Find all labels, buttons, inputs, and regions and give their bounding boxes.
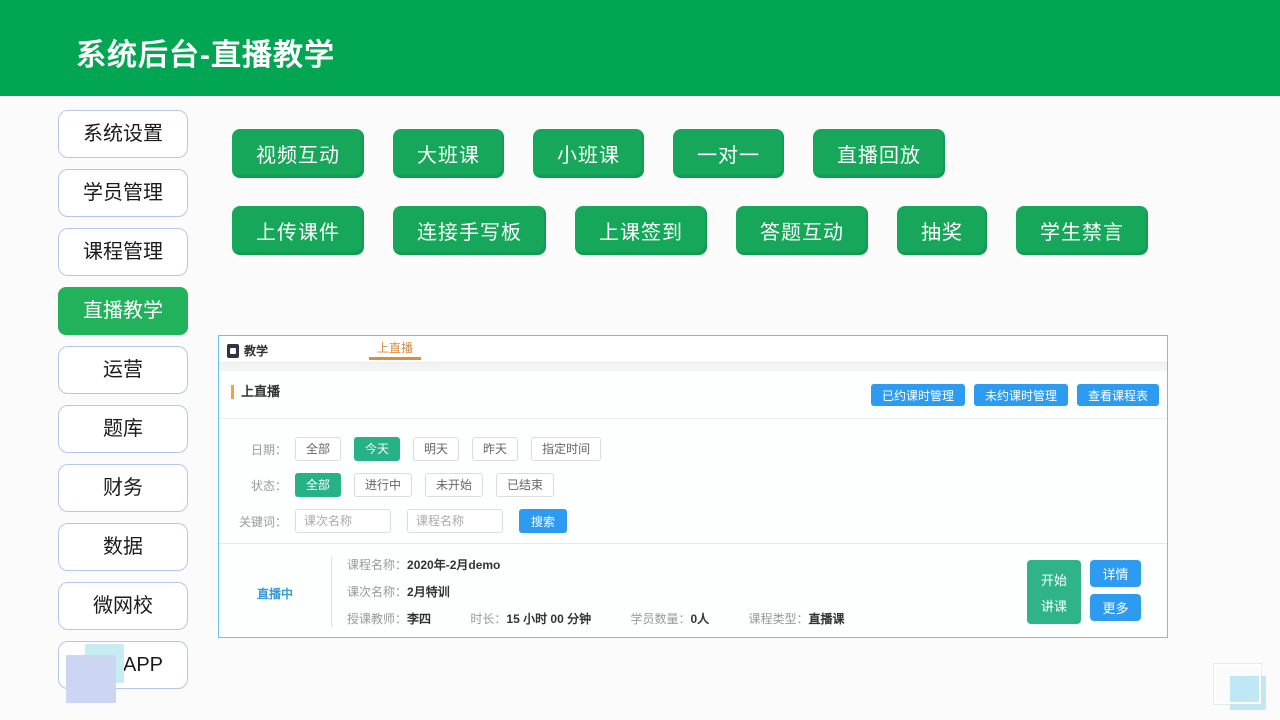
course-detail-lines: 课程名称：2020年-2月demo 课次名称：2月特训	[347, 552, 881, 606]
keyword-filter-label: 关键词：	[229, 513, 287, 530]
sidebar-item[interactable]: 运营	[58, 346, 188, 394]
schedule-manage-button[interactable]: 未约课时管理	[974, 384, 1068, 406]
status-filter-chip[interactable]: 已结束	[496, 473, 554, 497]
sidebar-item[interactable]: 学员管理	[58, 169, 188, 217]
section-title: 上直播	[231, 385, 280, 399]
brand-label: 教学	[244, 342, 268, 359]
brand: 教学	[227, 342, 268, 359]
tab-live-broadcast[interactable]: 上直播	[369, 336, 421, 360]
feature-button[interactable]: 直播回放	[813, 129, 945, 178]
feature-button[interactable]: 答题互动	[736, 206, 868, 255]
course-name-input[interactable]	[407, 509, 503, 533]
lesson-name-input[interactable]	[295, 509, 391, 533]
meta-pair: 授课教师：李四	[347, 612, 434, 626]
detail-line: 课次名称：2月特训	[347, 579, 881, 606]
filter-area: 日期： 全部 今天 明天 昨天 指定时间 状态： 全部	[219, 419, 1167, 544]
detail-line: 课程名称：2020年-2月demo	[347, 552, 881, 579]
feature-button[interactable]: 学生禁言	[1016, 206, 1148, 255]
course-detail: 课程名称：2020年-2月demo 课次名称：2月特训 授课教师：李四 时长：1…	[347, 552, 881, 633]
decoration-square	[1214, 664, 1261, 704]
row-divider	[331, 556, 332, 627]
feature-button[interactable]: 一对一	[673, 129, 784, 178]
sidebar-item[interactable]: 财务	[58, 464, 188, 512]
teaching-app-icon	[227, 344, 239, 358]
sidebar-item[interactable]: 微网校	[58, 582, 188, 630]
panel-tabbar: 教学 上直播	[219, 336, 1167, 363]
status-filter-chips: 全部 进行中 未开始 已结束	[295, 473, 567, 497]
status-filter-label: 状态：	[229, 477, 287, 494]
date-filter-chip[interactable]: 指定时间	[531, 437, 601, 461]
schedule-manage-button[interactable]: 已约课时管理	[871, 384, 965, 406]
feature-button[interactable]: 上课签到	[575, 206, 707, 255]
feature-button[interactable]: 小班课	[533, 129, 644, 178]
start-teaching-button[interactable]: 开始 讲课	[1027, 560, 1081, 624]
search-button[interactable]: 搜索	[519, 509, 567, 533]
detail-button[interactable]: 详情	[1090, 560, 1141, 587]
decoration-square	[66, 655, 116, 703]
sidebar: 系统设置 学员管理 课程管理 直播教学 运营 题库 财务 数据 微网校 独立AP…	[58, 110, 188, 700]
page-banner: 系统后台-直播教学	[0, 0, 1280, 96]
status-filter-chip[interactable]: 全部	[295, 473, 341, 497]
sidebar-item[interactable]: 直播教学	[58, 287, 188, 335]
sidebar-item[interactable]: 系统设置	[58, 110, 188, 158]
meta-pair: 课程类型：直播课	[748, 612, 844, 626]
tabbar-spacer	[219, 363, 1167, 371]
section-header-buttons: 已约课时管理 未约课时管理 查看课程表	[862, 384, 1159, 406]
feature-row-1: 视频互动 大班课 小班课 一对一 直播回放	[232, 129, 974, 178]
sidebar-item[interactable]: 题库	[58, 405, 188, 453]
meta-pair: 时长：15 小时 00 分钟	[470, 612, 594, 626]
more-button[interactable]: 更多	[1090, 594, 1141, 621]
live-status-badge: 直播中	[257, 585, 293, 602]
date-filter-label: 日期：	[229, 441, 287, 458]
admin-panel: 教学 上直播 上直播 已约课时管理 未约课时管理 查看课程表 日期： 全部 今天	[218, 335, 1168, 638]
date-filter-chip[interactable]: 昨天	[472, 437, 518, 461]
sidebar-item[interactable]: 数据	[58, 523, 188, 571]
feature-button[interactable]: 视频互动	[232, 129, 364, 178]
date-filter-chips: 全部 今天 明天 昨天 指定时间	[295, 437, 614, 461]
feature-button[interactable]: 连接手写板	[393, 206, 546, 255]
keyword-filter-row: 关键词： 搜索	[219, 509, 1167, 533]
feature-button[interactable]: 上传课件	[232, 206, 364, 255]
section-header: 上直播 已约课时管理 未约课时管理 查看课程表	[219, 371, 1167, 419]
schedule-manage-button[interactable]: 查看课程表	[1077, 384, 1159, 406]
feature-button[interactable]: 抽奖	[897, 206, 987, 255]
page-title: 系统后台-直播教学	[0, 0, 1280, 74]
feature-row-2: 上传课件 连接手写板 上课签到 答题互动 抽奖 学生禁言	[232, 206, 1177, 255]
status-filter-chip[interactable]: 未开始	[425, 473, 483, 497]
meta-pair: 学员数量：0人	[630, 612, 712, 626]
live-course-row: 直播中 课程名称：2020年-2月demo 课次名称：2月特训 授课	[219, 544, 1167, 638]
date-filter-chip[interactable]: 全部	[295, 437, 341, 461]
date-filter-chip[interactable]: 今天	[354, 437, 400, 461]
sidebar-item[interactable]: 课程管理	[58, 228, 188, 276]
status-filter-row: 状态： 全部 进行中 未开始 已结束	[219, 473, 1167, 497]
date-filter-row: 日期： 全部 今天 明天 昨天 指定时间	[219, 437, 1167, 461]
feature-button[interactable]: 大班课	[393, 129, 504, 178]
course-meta-line: 授课教师：李四 时长：15 小时 00 分钟 学员数量：0人 课程类型：直播课	[347, 606, 881, 633]
status-filter-chip[interactable]: 进行中	[354, 473, 412, 497]
date-filter-chip[interactable]: 明天	[413, 437, 459, 461]
